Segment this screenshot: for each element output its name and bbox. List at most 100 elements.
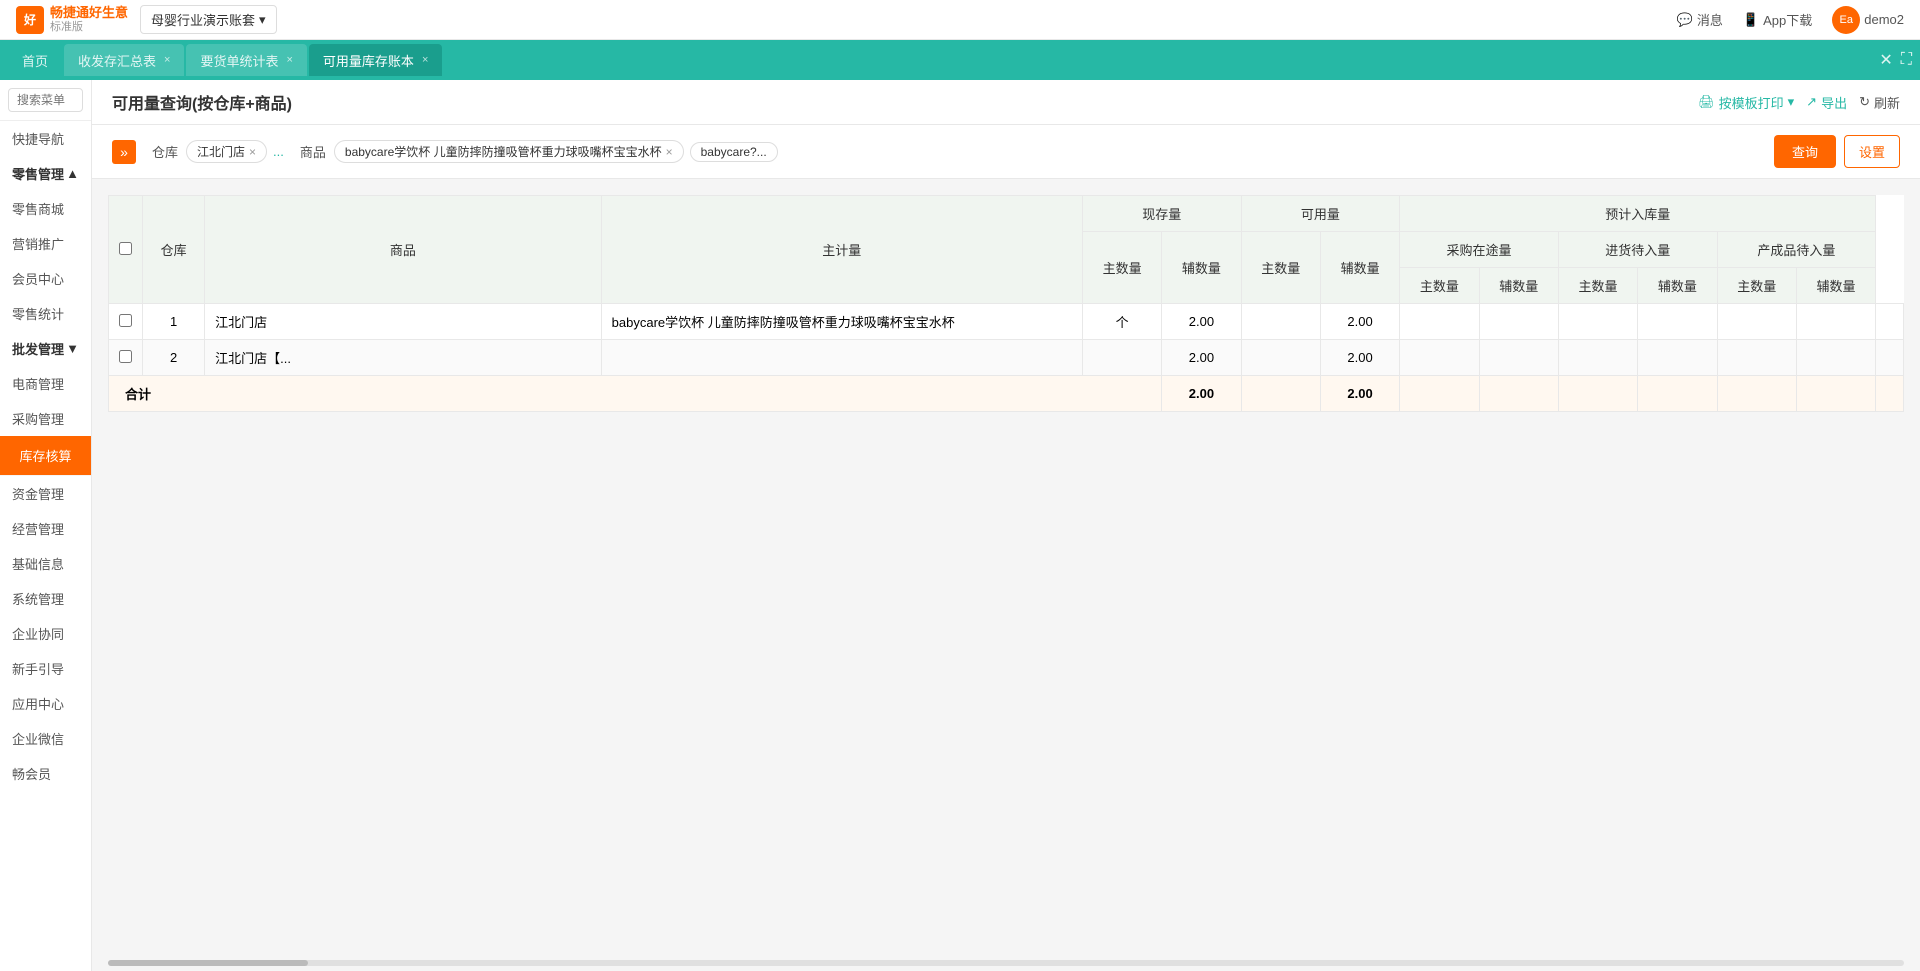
tab-available-stock[interactable]: 可用量库存账本 × [309, 44, 442, 76]
data-table: 仓库 商品 主计量 现存量 可用量 预计入库量 主数量 辅数量 主数量 辅数量 … [108, 195, 1904, 412]
col-incoming-aux: 辅数量 [1638, 268, 1717, 304]
sidebar-item-marketing[interactable]: 营销推广 [0, 226, 91, 261]
select-all-checkbox[interactable] [119, 242, 132, 255]
cell-purchase-aux-1 [1558, 304, 1637, 340]
row-checkbox-1[interactable] [119, 314, 132, 327]
scroll-bar-area[interactable] [92, 955, 1920, 971]
print-icon: 🖨 [1698, 94, 1715, 110]
settings-button[interactable]: 设置 [1844, 135, 1900, 168]
scroll-track[interactable] [108, 960, 1904, 966]
nav-tabs: 首页 收发存汇总表 × 要货单统计表 × 可用量库存账本 × ✕ ⛶ [0, 40, 1920, 80]
cell-incoming-aux-1 [1717, 304, 1796, 340]
sidebar-item-enterprise-collab[interactable]: 企业协同 [0, 616, 91, 651]
col-purchase-aux: 辅数量 [1479, 268, 1558, 304]
nav-tabs-right: ✕ ⛶ [1879, 50, 1912, 70]
app-download-button[interactable]: 📱 App下载 [1743, 10, 1812, 29]
col-stock-group: 现存量 [1082, 196, 1241, 232]
table-row: 2 江北门店【... 2.00 2.00 [109, 340, 1904, 376]
tab-requisition[interactable]: 要货单统计表 × [186, 44, 306, 76]
cell-avail-main-1: 2.00 [1320, 304, 1399, 340]
close-all-tabs-button[interactable]: ✕ [1879, 50, 1892, 70]
search-input[interactable] [8, 88, 83, 112]
cell-stock-aux-2 [1241, 340, 1320, 376]
cell-warehouse-1: 江北门店 [205, 304, 602, 340]
sidebar-item-purchase-mgmt[interactable]: 采购管理 [0, 401, 91, 436]
tab-receive-summary[interactable]: 收发存汇总表 × [64, 44, 184, 76]
cell-avail-aux-1 [1400, 304, 1479, 340]
sidebar-item-wholesale-mgmt[interactable]: 批发管理 ▼ [0, 331, 91, 366]
sidebar-item-member-center[interactable]: 会员中心 [0, 261, 91, 296]
refresh-button[interactable]: ↻ 刷新 [1859, 93, 1900, 112]
summary-purchase-aux [1558, 376, 1637, 412]
warehouse-tag-0[interactable]: 江北门店 × [186, 140, 267, 163]
col-product: 商品 [205, 196, 602, 304]
sidebar-item-retail-mgmt[interactable]: 零售管理 ▲ [0, 156, 91, 191]
sidebar-item-system-mgmt[interactable]: 系统管理 [0, 581, 91, 616]
col-checkbox [109, 196, 143, 304]
sidebar-item-member[interactable]: 畅会员 [0, 756, 91, 791]
col-unit: 主计量 [601, 196, 1082, 304]
cell-no: 2 [143, 340, 205, 376]
summary-avail-main: 2.00 [1320, 376, 1399, 412]
user-menu[interactable]: Ea demo2 [1832, 6, 1904, 34]
sidebar-item-quick-nav[interactable]: 快捷导航 [0, 121, 91, 156]
cell-finished-aux-2 [1876, 340, 1904, 376]
message-button[interactable]: 💬 消息 [1677, 10, 1723, 29]
cell-unit-2 [1082, 340, 1161, 376]
cell-warehouse-2: 江北门店【... [205, 340, 602, 376]
filter-expand-button[interactable]: » [112, 140, 136, 164]
tab-home[interactable]: 首页 [8, 44, 62, 76]
sidebar-item-newbie-guide[interactable]: 新手引导 [0, 651, 91, 686]
row-checkbox-2[interactable] [119, 350, 132, 363]
sidebar-item-finance[interactable]: 资金管理 [0, 476, 91, 511]
close-tab-1[interactable]: × [164, 54, 170, 66]
cell-product-2 [601, 340, 1082, 376]
print-button[interactable]: 🖨 按模板打印 ▾ [1698, 93, 1794, 112]
top-bar-right: 💬 消息 📱 App下载 Ea demo2 [1677, 6, 1904, 34]
sidebar-item-enterprise-wechat[interactable]: 企业微信 [0, 721, 91, 756]
page-actions: 🖨 按模板打印 ▾ ↗ 导出 ↻ 刷新 [1698, 93, 1900, 112]
close-tab-3[interactable]: × [422, 54, 428, 66]
sidebar-item-business-mgmt[interactable]: 经营管理 [0, 511, 91, 546]
sidebar-item-basic-info[interactable]: 基础信息 [0, 546, 91, 581]
col-finished-aux: 辅数量 [1796, 268, 1875, 304]
sidebar-item-app-center[interactable]: 应用中心 [0, 686, 91, 721]
table-row: 1 江北门店 babycare学饮杯 儿童防摔防撞吸管杯重力球吸嘴杯宝宝水杯 个… [109, 304, 1904, 340]
product-tag-0[interactable]: babycare学饮杯 儿童防摔防撞吸管杯重力球吸嘴杯宝宝水杯 × [334, 140, 684, 163]
table-header-row-1: 仓库 商品 主计量 现存量 可用量 预计入库量 [109, 196, 1904, 232]
close-tab-2[interactable]: × [286, 54, 292, 66]
main-layout: 快捷导航 零售管理 ▲ 零售商城 营销推广 会员中心 零售统计 批发管理 ▼ 电… [0, 80, 1920, 971]
cell-checkbox[interactable] [109, 340, 143, 376]
fullscreen-button[interactable]: ⛶ [1901, 51, 1912, 69]
message-icon: 💬 [1677, 12, 1693, 28]
logo: 好 畅捷通好生意 标准版 [16, 5, 128, 34]
cell-stock-aux-1 [1241, 304, 1320, 340]
summary-avail-aux [1400, 376, 1479, 412]
table-body: 1 江北门店 babycare学饮杯 儿童防摔防撞吸管杯重力球吸嘴杯宝宝水杯 个… [109, 304, 1904, 376]
cell-checkbox[interactable] [109, 304, 143, 340]
col-avail-group: 可用量 [1241, 196, 1400, 232]
remove-product-tag-0[interactable]: × [666, 145, 673, 159]
page-title: 可用量查询(按仓库+商品) [112, 90, 292, 114]
content-area: 可用量查询(按仓库+商品) 🖨 按模板打印 ▾ ↗ 导出 ↻ 刷新 [92, 80, 1920, 971]
sidebar-item-retail-mall[interactable]: 零售商城 [0, 191, 91, 226]
table-container[interactable]: 仓库 商品 主计量 现存量 可用量 预计入库量 主数量 辅数量 主数量 辅数量 … [92, 179, 1920, 955]
remove-warehouse-tag[interactable]: × [249, 145, 256, 159]
summary-row: 合计 2.00 2.00 [109, 376, 1904, 412]
avatar: Ea [1832, 6, 1860, 34]
cell-purchase-aux-2 [1558, 340, 1637, 376]
logo-text: 畅捷通好生意 标准版 [50, 5, 128, 34]
product-filter: 商品 babycare学饮杯 儿童防摔防撞吸管杯重力球吸嘴杯宝宝水杯 × bab… [300, 140, 778, 163]
sidebar-item-retail-stats[interactable]: 零售统计 [0, 296, 91, 331]
sidebar-item-ecommerce[interactable]: 电商管理 [0, 366, 91, 401]
filter-more-warehouses[interactable]: ... [273, 144, 284, 159]
query-button[interactable]: 查询 [1774, 135, 1836, 168]
sidebar: 快捷导航 零售管理 ▲ 零售商城 营销推广 会员中心 零售统计 批发管理 ▼ 电… [0, 80, 92, 971]
chevron-icon: ▲ [66, 166, 79, 181]
sidebar-item-inventory[interactable]: 库存核算 [0, 436, 91, 476]
export-button[interactable]: ↗ 导出 [1806, 93, 1847, 112]
scroll-thumb[interactable] [108, 960, 308, 966]
industry-selector[interactable]: 母婴行业演示账套 ▾ [140, 5, 277, 34]
product-tag-1[interactable]: babycare?... [690, 142, 778, 162]
cell-stock-main-1: 2.00 [1162, 304, 1241, 340]
